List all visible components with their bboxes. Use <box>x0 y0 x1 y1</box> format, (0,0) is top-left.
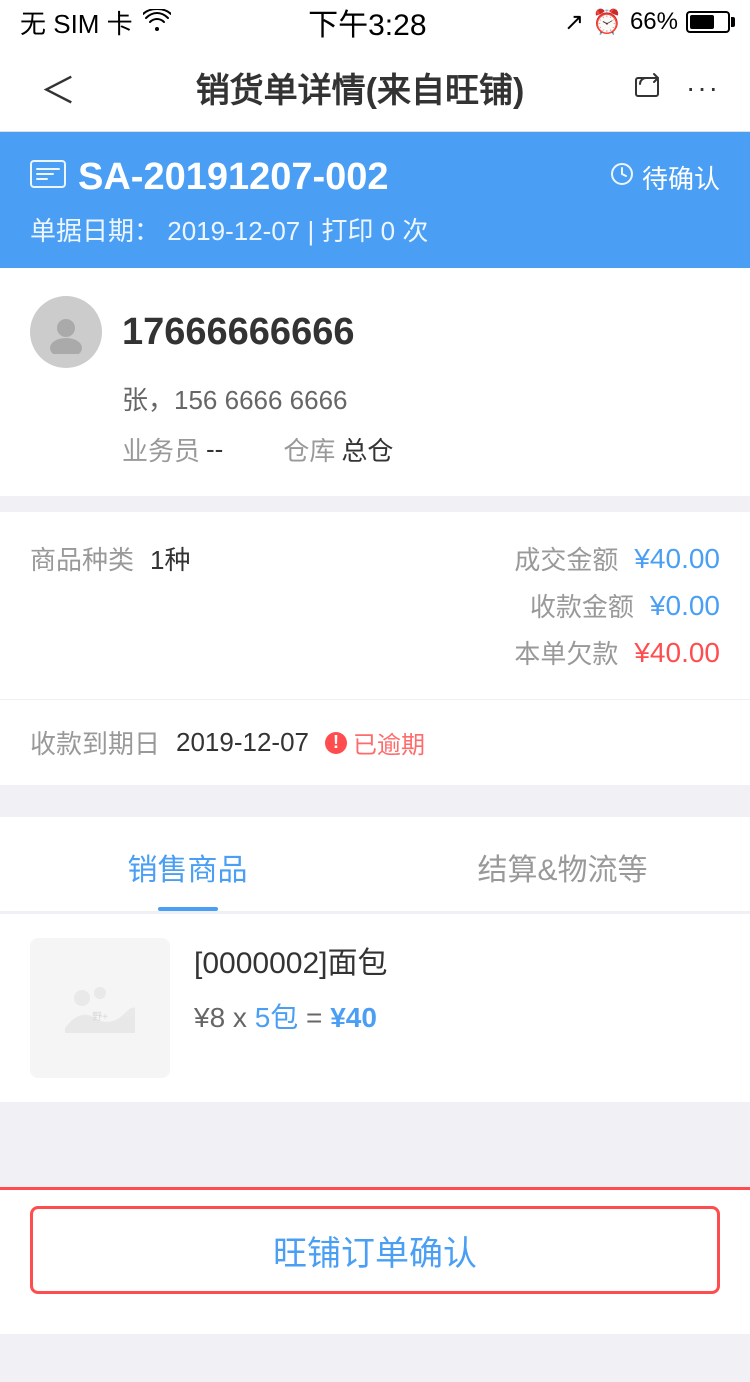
amount-label: 成交金额 <box>514 540 618 577</box>
page-title: 销货单详情(来自旺铺) <box>86 63 634 112</box>
customer-section: 17666666666 张，156 6666 6666 业务员 -- 仓库 总仓 <box>0 268 750 496</box>
section-divider-1 <box>0 496 750 512</box>
overdue-icon: ! <box>325 732 347 754</box>
product-price-row: ¥8 x 5包 = ¥40 <box>194 996 720 1036</box>
total-value: ¥40 <box>330 1002 377 1033</box>
customer-row: 17666666666 <box>30 296 720 368</box>
price-text: ¥8 x <box>194 1002 255 1033</box>
warehouse-value: 总仓 <box>341 431 393 468</box>
overdue-text: 已逾期 <box>353 725 425 760</box>
order-status: 待确认 <box>610 159 720 196</box>
bottom-bar: 旺铺订单确认 <box>0 1187 750 1334</box>
share-icon[interactable] <box>634 68 666 108</box>
summary-section: 商品种类 1种 成交金额 ¥40.00 收款金额 ¥0.00 本单欠款 ¥40.… <box>0 512 750 699</box>
amount-row: 成交金额 ¥40.00 <box>514 540 720 577</box>
confirm-order-button[interactable]: 旺铺订单确认 <box>30 1206 720 1294</box>
due-section: 收款到期日 2019-12-07 ! 已逾期 <box>0 700 750 785</box>
product-thumbnail: 野+ <box>30 938 170 1078</box>
more-icon[interactable]: ··· <box>686 72 720 104</box>
equals-sign: = <box>298 1002 330 1033</box>
battery-text: 66% <box>630 8 678 36</box>
tabs-section: 销售商品 结算&物流等 <box>0 817 750 912</box>
clock-icon <box>610 162 634 193</box>
amount-value: ¥40.00 <box>634 543 720 575</box>
product-name: [0000002]面包 <box>194 938 720 982</box>
sales-label: 业务员 <box>122 431 200 468</box>
tab-sales-products[interactable]: 销售商品 <box>0 817 375 911</box>
alarm-icon: ⏰ <box>592 8 622 37</box>
summary-right: 成交金额 ¥40.00 收款金额 ¥0.00 本单欠款 ¥40.00 <box>514 540 720 671</box>
owed-label: 本单欠款 <box>514 634 618 671</box>
order-header: SA-20191207-002 待确认 单据日期： 2019-12-07 | 打… <box>0 132 750 268</box>
order-date: 单据日期： 2019-12-07 | 打印 0 次 <box>30 211 720 248</box>
product-section: 野+ [0000002]面包 ¥8 x 5包 = ¥40 <box>0 914 750 1102</box>
sales-value: -- <box>206 434 223 465</box>
due-date: 2019-12-07 <box>176 727 309 758</box>
battery-icon <box>686 11 730 33</box>
order-id: SA-20191207-002 <box>30 156 389 199</box>
due-label: 收款到期日 <box>30 724 160 761</box>
section-divider-2 <box>0 785 750 801</box>
product-type-label: 商品种类 <box>30 540 134 577</box>
back-button[interactable]: ＜ <box>30 52 86 124</box>
received-label: 收款金额 <box>530 587 634 624</box>
nav-bar: ＜ 销货单详情(来自旺铺) ··· <box>0 44 750 132</box>
status-right: ↗ ⏰ 66% <box>564 8 730 37</box>
status-bar: 无 SIM 卡 下午3:28 ↗ ⏰ 66% <box>0 0 750 44</box>
product-type-value: 1种 <box>150 540 190 577</box>
status-time: 下午3:28 <box>308 0 426 44</box>
avatar <box>30 296 102 368</box>
status-carrier: 无 SIM 卡 <box>20 4 171 41</box>
tab-settlement-logistics[interactable]: 结算&物流等 <box>375 817 750 911</box>
received-row: 收款金额 ¥0.00 <box>530 587 720 624</box>
summary-left: 商品种类 1种 <box>30 540 190 577</box>
owed-row: 本单欠款 ¥40.00 <box>514 634 720 671</box>
overdue-badge: ! 已逾期 <box>325 725 425 760</box>
svg-text:野+: 野+ <box>92 1011 108 1023</box>
owed-value: ¥40.00 <box>634 637 720 669</box>
order-icon <box>30 159 66 196</box>
nav-actions: ··· <box>634 68 720 108</box>
product-info: [0000002]面包 ¥8 x 5包 = ¥40 <box>194 938 720 1036</box>
customer-phone: 17666666666 <box>122 311 354 354</box>
warehouse-label: 仓库 <box>283 431 335 468</box>
customer-meta: 业务员 -- 仓库 总仓 <box>122 431 720 468</box>
location-icon: ↗ <box>564 8 584 37</box>
wifi-icon <box>143 7 171 38</box>
order-id-row: SA-20191207-002 待确认 <box>30 156 720 199</box>
received-value: ¥0.00 <box>650 590 720 622</box>
customer-info: 张，156 6666 6666 <box>122 380 720 417</box>
qty-value: 5包 <box>255 1002 299 1033</box>
